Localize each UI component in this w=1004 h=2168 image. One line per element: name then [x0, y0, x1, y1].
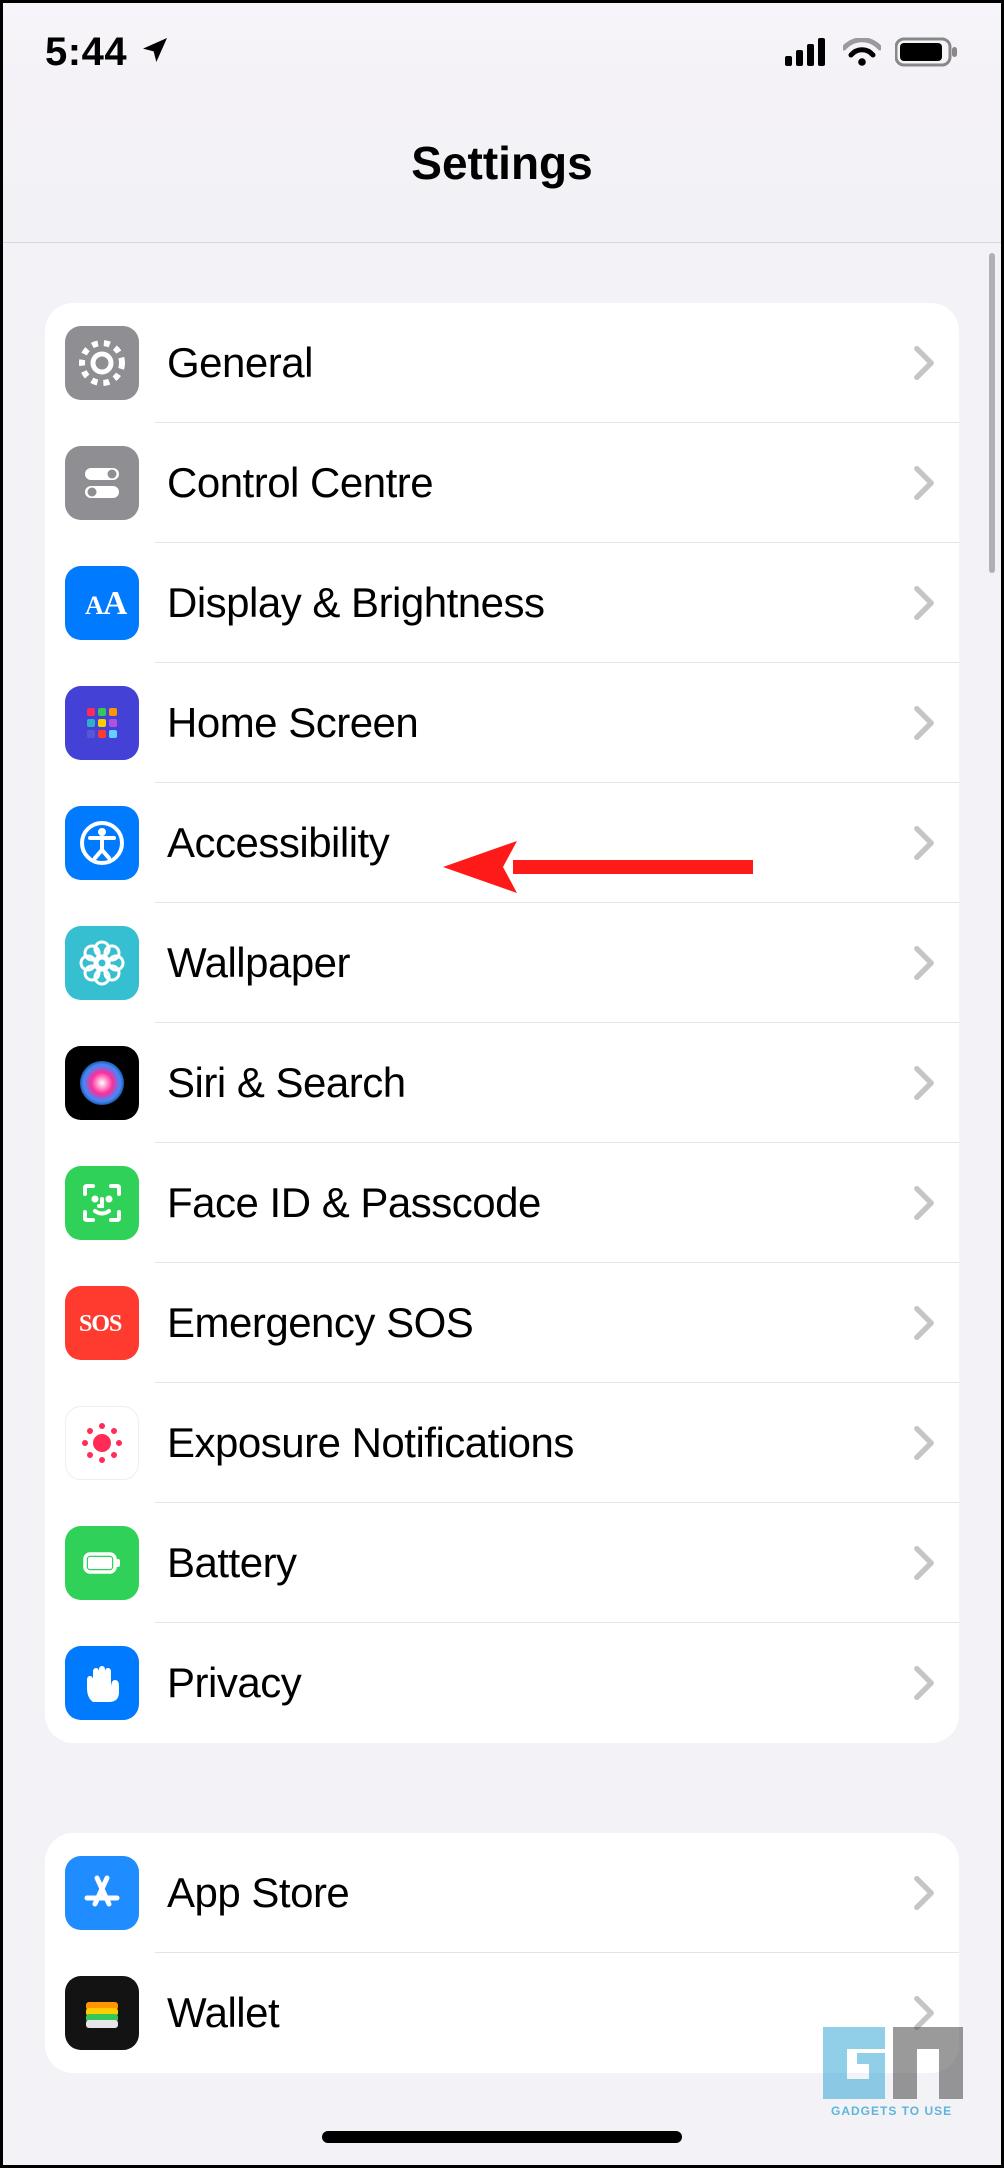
- accessibility-icon: [65, 806, 139, 880]
- flower-icon: [65, 926, 139, 1000]
- wifi-icon: [843, 38, 881, 66]
- row-label: Wallpaper: [167, 939, 913, 987]
- home-indicator[interactable]: [322, 2131, 682, 2143]
- location-arrow-icon: [139, 34, 171, 71]
- row-label: Emergency SOS: [167, 1299, 913, 1347]
- settings-row-exposure[interactable]: Exposure Notifications: [45, 1383, 959, 1503]
- watermark-logo: GADGETS TO USE: [813, 2009, 983, 2119]
- settings-group: General Control Centre AA Display & Brig…: [45, 303, 959, 1743]
- chevron-right-icon: [913, 1185, 935, 1221]
- toggles-icon: [65, 446, 139, 520]
- gear-icon: [65, 326, 139, 400]
- row-label: App Store: [167, 1869, 913, 1917]
- scrollbar-thumb[interactable]: [989, 253, 995, 573]
- chevron-right-icon: [913, 1665, 935, 1701]
- settings-row-siri-search[interactable]: Siri & Search: [45, 1023, 959, 1143]
- app-grid-icon: [65, 686, 139, 760]
- row-label: Battery: [167, 1539, 913, 1587]
- row-label: Accessibility: [167, 819, 913, 867]
- chevron-right-icon: [913, 1305, 935, 1341]
- sos-icon: SOS: [65, 1286, 139, 1360]
- wallet-icon: [65, 1976, 139, 2050]
- appstore-icon: [65, 1856, 139, 1930]
- svg-text:GADGETS TO USE: GADGETS TO USE: [831, 2104, 952, 2118]
- face-id-icon: [65, 1166, 139, 1240]
- settings-row-general[interactable]: General: [45, 303, 959, 423]
- page-title: Settings: [411, 136, 592, 190]
- exposure-icon: [65, 1406, 139, 1480]
- status-bar: 5:44: [3, 3, 1001, 83]
- row-label: Display & Brightness: [167, 579, 913, 627]
- settings-row-accessibility[interactable]: Accessibility: [45, 783, 959, 903]
- svg-text:SOS: SOS: [79, 1311, 122, 1337]
- cellular-signal-icon: [785, 38, 829, 66]
- chevron-right-icon: [913, 825, 935, 861]
- row-label: Control Centre: [167, 459, 913, 507]
- row-label: Home Screen: [167, 699, 913, 747]
- settings-row-control-centre[interactable]: Control Centre: [45, 423, 959, 543]
- chevron-right-icon: [913, 1065, 935, 1101]
- chevron-right-icon: [913, 945, 935, 981]
- chevron-right-icon: [913, 465, 935, 501]
- row-label: Wallet: [167, 1989, 913, 2037]
- chevron-right-icon: [913, 705, 935, 741]
- siri-icon: [65, 1046, 139, 1120]
- svg-text:A: A: [103, 585, 127, 622]
- settings-row-face-id[interactable]: Face ID & Passcode: [45, 1143, 959, 1263]
- row-label: Privacy: [167, 1659, 913, 1707]
- svg-text:A: A: [85, 591, 104, 620]
- chevron-right-icon: [913, 1875, 935, 1911]
- settings-list: General Control Centre AA Display & Brig…: [3, 243, 1001, 2165]
- settings-row-privacy[interactable]: Privacy: [45, 1623, 959, 1743]
- settings-row-app-store[interactable]: App Store: [45, 1833, 959, 1953]
- settings-row-display-brightness[interactable]: AA Display & Brightness: [45, 543, 959, 663]
- status-time: 5:44: [45, 30, 127, 75]
- row-label: General: [167, 339, 913, 387]
- hand-icon: [65, 1646, 139, 1720]
- settings-row-battery[interactable]: Battery: [45, 1503, 959, 1623]
- chevron-right-icon: [913, 1545, 935, 1581]
- row-label: Face ID & Passcode: [167, 1179, 913, 1227]
- chevron-right-icon: [913, 345, 935, 381]
- chevron-right-icon: [913, 585, 935, 621]
- settings-row-emergency-sos[interactable]: SOS Emergency SOS: [45, 1263, 959, 1383]
- page-header: Settings: [3, 83, 1001, 243]
- row-label: Exposure Notifications: [167, 1419, 913, 1467]
- battery-full-icon: [65, 1526, 139, 1600]
- text-size-icon: AA: [65, 566, 139, 640]
- battery-icon: [895, 37, 959, 67]
- settings-row-home-screen[interactable]: Home Screen: [45, 663, 959, 783]
- settings-row-wallpaper[interactable]: Wallpaper: [45, 903, 959, 1023]
- chevron-right-icon: [913, 1425, 935, 1461]
- row-label: Siri & Search: [167, 1059, 913, 1107]
